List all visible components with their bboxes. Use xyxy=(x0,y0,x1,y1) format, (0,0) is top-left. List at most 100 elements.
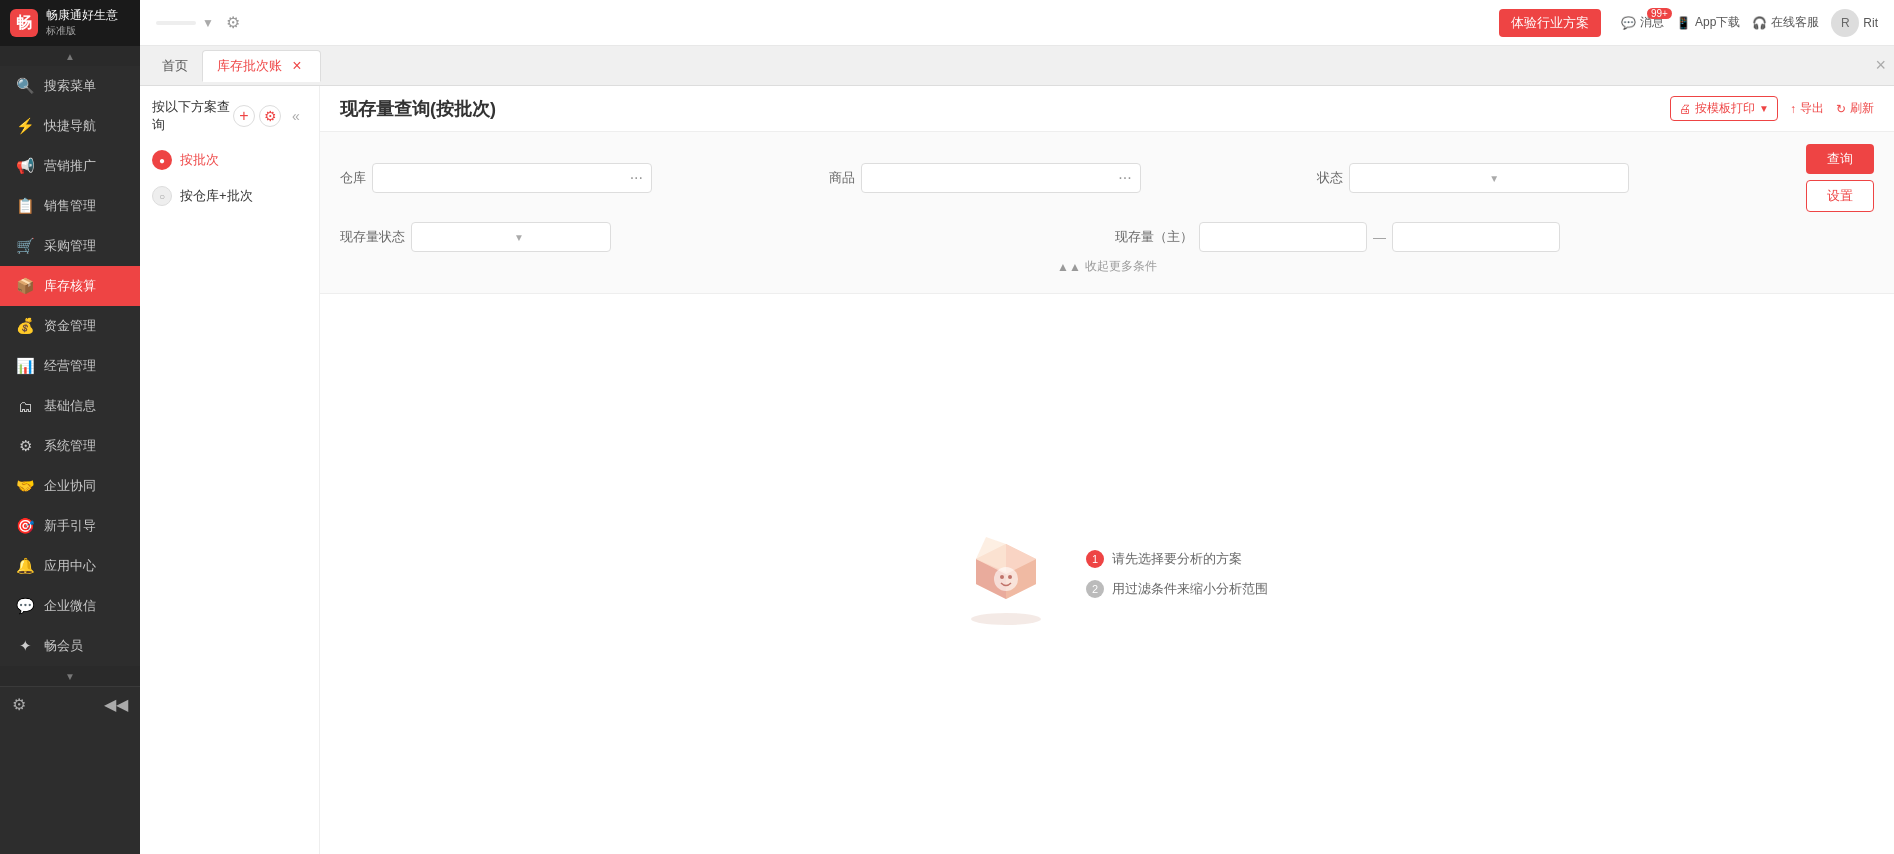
sidebar-scroll-up[interactable]: ▲ xyxy=(0,46,140,66)
tip-number-1: 1 xyxy=(1086,550,1104,568)
filter-settings-icon[interactable]: ⚙ xyxy=(259,105,281,127)
query-button[interactable]: 查询 xyxy=(1806,144,1874,174)
inventory-qty-range: — xyxy=(1199,222,1560,252)
sidebar-item-purchase[interactable]: 🛒 采购管理 xyxy=(0,226,140,266)
guide-icon: 🎯 xyxy=(16,517,34,535)
settings-button[interactable]: 设置 xyxy=(1806,180,1874,212)
sidebar-item-marketing[interactable]: 📢 营销推广 xyxy=(0,146,140,186)
online-service-button[interactable]: 🎧 在线客服 xyxy=(1752,14,1819,31)
avatar-initial: R xyxy=(1841,16,1850,30)
tab-inventory-batch-label: 库存批次账 xyxy=(217,57,282,75)
filter-item-batch[interactable]: ● 按批次 xyxy=(140,142,319,178)
sidebar-item-operation[interactable]: 📊 经营管理 xyxy=(0,346,140,386)
filter-panel: 按以下方案查询 + ⚙ « ● 按批次 ○ 按仓库+批次 xyxy=(140,86,320,854)
sidebar-item-system[interactable]: ⚙ 系统管理 xyxy=(0,426,140,466)
trial-industry-button[interactable]: 体验行业方案 xyxy=(1499,9,1601,37)
sidebar-item-label-enterprise: 企业协同 xyxy=(44,477,96,495)
sidebar-item-enterprise[interactable]: 🤝 企业协同 xyxy=(0,466,140,506)
sidebar-item-label-member: 畅会员 xyxy=(44,637,83,655)
refresh-button[interactable]: ↻ 刷新 xyxy=(1836,100,1874,117)
tab-close-button[interactable]: × xyxy=(288,57,306,75)
inventory-qty-max-input[interactable] xyxy=(1401,230,1551,244)
inventory-qty-min-box[interactable] xyxy=(1199,222,1367,252)
app-icon: 🔔 xyxy=(16,557,34,575)
gear-icon-topbar[interactable]: ⚙ xyxy=(226,13,240,32)
sidebar-footer: ⚙ ◀◀ xyxy=(0,686,140,722)
filter-panel-title-text: 按以下方案查询 xyxy=(152,98,233,134)
online-service-label: 在线客服 xyxy=(1771,14,1819,31)
warehouse-label: 仓库 xyxy=(340,169,366,187)
message-badge: 99+ xyxy=(1647,8,1672,19)
search-menu-icon: 🔍 xyxy=(16,77,34,95)
collapse-filter-icon[interactable]: « xyxy=(285,105,307,127)
print-label: 按模板打印 xyxy=(1695,100,1755,117)
svg-point-6 xyxy=(994,567,1018,591)
export-label: 导出 xyxy=(1800,100,1824,117)
filter-panel-title: 按以下方案查询 + ⚙ « xyxy=(140,98,319,142)
sidebar-scroll-down[interactable]: ▼ xyxy=(0,666,140,686)
tip-text-2: 用过滤条件来缩小分析范围 xyxy=(1112,580,1268,598)
settings-icon[interactable]: ⚙ xyxy=(12,695,26,714)
sidebar-item-inventory[interactable]: 📦 库存核算 xyxy=(0,266,140,306)
sidebar: 畅 畅康通好生意 标准版 ▲ 🔍 搜索菜单 ⚡ 快捷导航 📢 营销推广 📋 销售… xyxy=(0,0,140,854)
tip-text-1: 请先选择要分析的方案 xyxy=(1112,550,1242,568)
export-icon: ↑ xyxy=(1790,102,1796,116)
user-profile-button[interactable]: R Rit xyxy=(1831,9,1878,37)
marketing-icon: 📢 xyxy=(16,157,34,175)
range-separator: — xyxy=(1373,230,1386,245)
sidebar-item-shortcut[interactable]: ⚡ 快捷导航 xyxy=(0,106,140,146)
breadcrumb-dropdown-icon[interactable]: ▼ xyxy=(202,16,214,30)
page-content-area: 按以下方案查询 + ⚙ « ● 按批次 ○ 按仓库+批次 xyxy=(140,86,1894,854)
status-label: 状态 xyxy=(1317,169,1343,187)
inventory-qty-field: 现存量（主） — xyxy=(1115,222,1874,252)
sidebar-item-member[interactable]: ✦ 畅会员 xyxy=(0,626,140,666)
add-filter-button[interactable]: + xyxy=(233,105,255,127)
warehouse-text-input[interactable] xyxy=(381,171,624,185)
inventory-qty-max-box[interactable] xyxy=(1392,222,1560,252)
product-input[interactable]: ··· xyxy=(861,163,1141,193)
sidebar-item-finance[interactable]: 💰 资金管理 xyxy=(0,306,140,346)
shortcut-icon: ⚡ xyxy=(16,117,34,135)
sidebar-item-label-basic: 基础信息 xyxy=(44,397,96,415)
inventory-qty-label: 现存量（主） xyxy=(1115,228,1193,246)
headset-icon: 🎧 xyxy=(1752,16,1767,30)
sidebar-item-search[interactable]: 🔍 搜索菜单 xyxy=(0,66,140,106)
warehouse-field: 仓库 ··· xyxy=(340,163,813,193)
inventory-qty-min-input[interactable] xyxy=(1208,230,1358,244)
inventory-status-dropdown[interactable]: ▼ xyxy=(411,222,611,252)
print-template-button[interactable]: 🖨 按模板打印 ▼ xyxy=(1670,96,1778,121)
breadcrumb-path xyxy=(156,21,196,25)
tab-inventory-batch[interactable]: 库存批次账 × xyxy=(202,50,321,82)
app-download-button[interactable]: 📱 App下载 xyxy=(1676,14,1740,31)
message-button[interactable]: 💬 消息 99+ xyxy=(1621,14,1664,31)
tab-home[interactable]: 首页 xyxy=(148,50,202,82)
warehouse-more-icon[interactable]: ··· xyxy=(630,169,643,187)
print-icon: 🖨 xyxy=(1679,102,1691,116)
sidebar-item-wechat[interactable]: 💬 企业微信 xyxy=(0,586,140,626)
status-dropdown[interactable]: ▼ xyxy=(1349,163,1629,193)
empty-tip-2: 2 用过滤条件来缩小分析范围 xyxy=(1086,580,1268,598)
filter-item-warehouse-batch[interactable]: ○ 按仓库+批次 xyxy=(140,178,319,214)
collapse-conditions-label: 收起更多条件 xyxy=(1085,258,1157,275)
collapse-conditions-button[interactable]: ▲▲ 收起更多条件 xyxy=(340,252,1874,281)
filter-item-batch-label: 按批次 xyxy=(180,151,219,169)
print-dropdown-icon[interactable]: ▼ xyxy=(1759,103,1769,114)
empty-state: 1 请先选择要分析的方案 2 用过滤条件来缩小分析范围 xyxy=(320,294,1894,854)
page-title: 现存量查询(按批次) xyxy=(340,97,496,121)
warehouse-input[interactable]: ··· xyxy=(372,163,652,193)
app-logo: 畅 xyxy=(10,9,38,37)
product-more-icon[interactable]: ··· xyxy=(1118,169,1131,187)
sidebar-item-guide[interactable]: 🎯 新手引导 xyxy=(0,506,140,546)
status-dropdown-icon: ▼ xyxy=(1489,173,1620,184)
sidebar-item-sales[interactable]: 📋 销售管理 xyxy=(0,186,140,226)
product-text-input[interactable] xyxy=(870,171,1113,185)
sidebar-item-basic[interactable]: 🗂 基础信息 xyxy=(0,386,140,426)
sidebar-item-app[interactable]: 🔔 应用中心 xyxy=(0,546,140,586)
close-all-tabs-button[interactable]: × xyxy=(1875,55,1886,76)
export-button[interactable]: ↑ 导出 xyxy=(1790,100,1824,117)
app-download-icon: 📱 xyxy=(1676,16,1691,30)
sidebar-item-label-wechat: 企业微信 xyxy=(44,597,96,615)
collapse-sidebar-icon[interactable]: ◀◀ xyxy=(104,695,128,714)
refresh-icon: ↻ xyxy=(1836,102,1846,116)
empty-state-icon xyxy=(946,514,1066,634)
